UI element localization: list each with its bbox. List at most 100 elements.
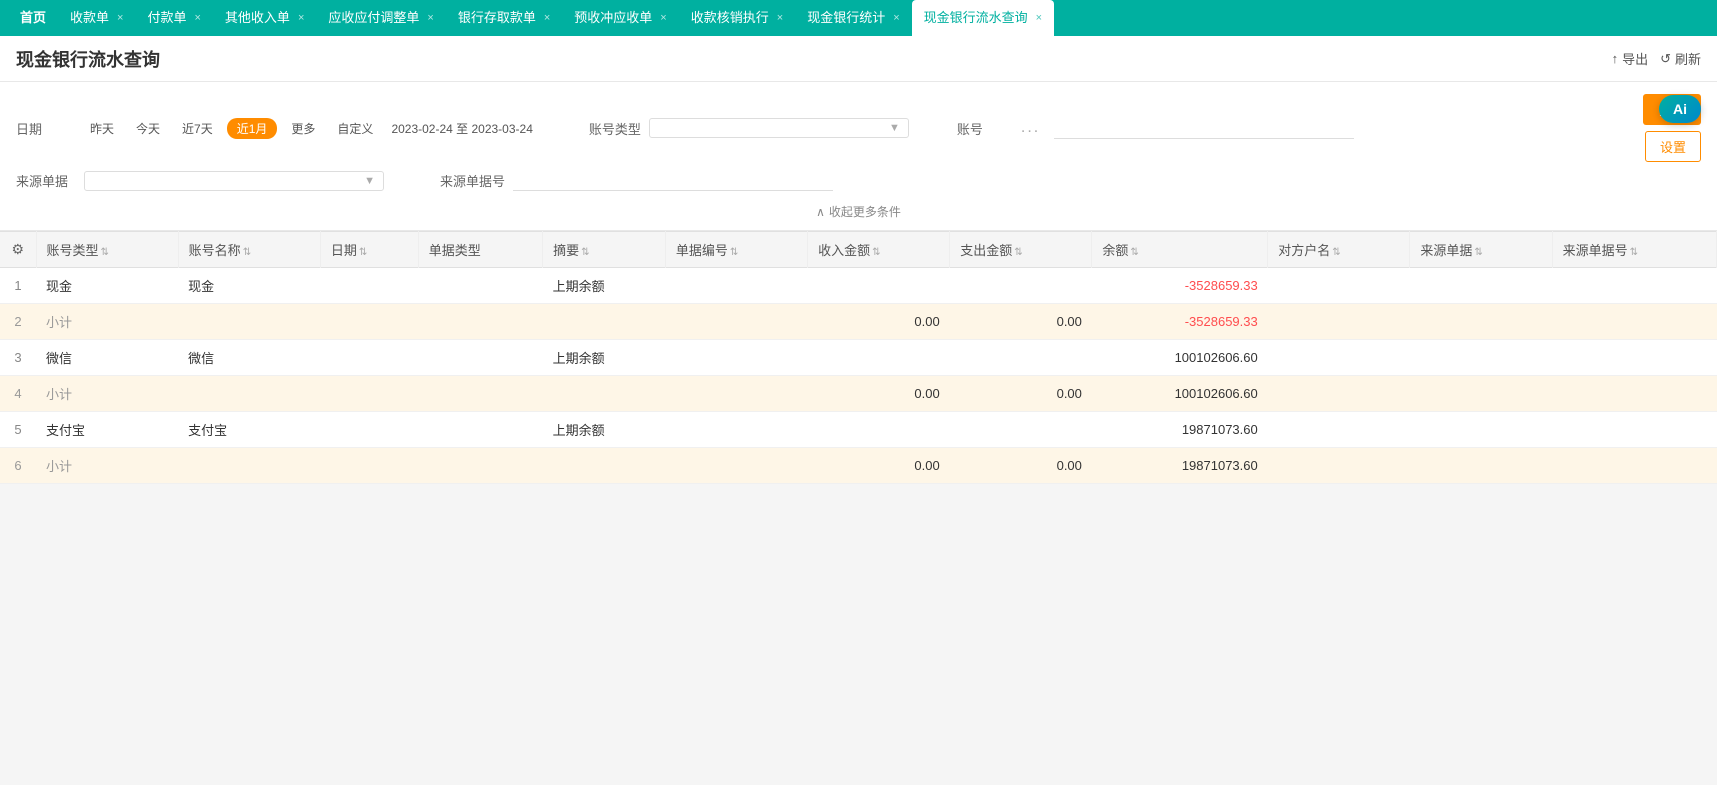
nav-tab-xianjinliushui[interactable]: 现金银行流水查询 ×: [912, 0, 1054, 36]
date-btn-more[interactable]: 更多: [283, 118, 323, 139]
td-doc-type: [418, 448, 542, 484]
account-type-select[interactable]: ▼: [649, 118, 909, 138]
ai-button[interactable]: Ai: [1659, 95, 1701, 123]
td-source-doc: [1410, 376, 1552, 412]
close-icon[interactable]: ×: [777, 0, 783, 36]
gear-icon[interactable]: ⚙: [11, 241, 24, 257]
td-expense: [950, 412, 1092, 448]
nav-tab-shoukuanhexiao[interactable]: 收款核销执行 ×: [679, 0, 795, 36]
close-icon[interactable]: ×: [660, 0, 666, 36]
td-doc-type: [418, 268, 542, 304]
td-source-doc-no: [1552, 304, 1716, 340]
date-options: 昨天 今天 近7天 近1月 更多 自定义 2023-02-24 至 2023-0…: [82, 118, 533, 139]
td-summary: 上期余额: [543, 340, 666, 376]
th-date[interactable]: 日期⇅: [320, 232, 418, 268]
sort-icon: ⇅: [872, 247, 880, 258]
collapse-bar[interactable]: ∧ 收起更多条件: [16, 199, 1701, 222]
td-doc-no: [665, 304, 807, 340]
td-counterpart: [1268, 268, 1410, 304]
date-btn-7days[interactable]: 近7天: [174, 118, 221, 139]
td-counterpart: [1268, 340, 1410, 376]
td-account-type: 支付宝: [36, 412, 178, 448]
td-account-type: 小计: [36, 448, 178, 484]
nav-tab-xianjinyinhangtongjii[interactable]: 现金银行统计 ×: [795, 0, 911, 36]
td-doc-type: [418, 340, 542, 376]
close-icon[interactable]: ×: [1036, 0, 1042, 36]
td-date: [320, 448, 418, 484]
td-doc-type: [418, 376, 542, 412]
export-button[interactable]: ↑ 导出: [1612, 49, 1649, 68]
nav-tab-fukuandan[interactable]: 付款单 ×: [135, 0, 212, 36]
th-settings[interactable]: ⚙: [0, 232, 36, 268]
nav-tab-yushouchong[interactable]: 预收冲应收单 ×: [562, 0, 678, 36]
td-source-doc-no: [1552, 448, 1716, 484]
date-btn-today[interactable]: 今天: [128, 118, 168, 139]
th-balance[interactable]: 余额⇅: [1092, 232, 1268, 268]
td-counterpart: [1268, 376, 1410, 412]
date-btn-1month[interactable]: 近1月: [227, 118, 278, 139]
refresh-icon: ↺: [1660, 51, 1671, 67]
close-icon[interactable]: ×: [427, 0, 433, 36]
account-type-label: 账号类型: [589, 119, 641, 138]
sort-icon: ⇅: [101, 247, 109, 258]
source-doc-label: 来源单据: [16, 171, 68, 190]
nav-tab-shoukuandan[interactable]: 收款单 ×: [58, 0, 135, 36]
th-doc-no[interactable]: 单据编号⇅: [665, 232, 807, 268]
settings-button[interactable]: 设置: [1645, 131, 1701, 162]
close-icon[interactable]: ×: [298, 0, 304, 36]
td-balance: 100102606.60: [1092, 340, 1268, 376]
filter-row-date: 日期 昨天 今天 近7天 近1月 更多 自定义 2023-02-24 至 202…: [16, 94, 1701, 162]
td-summary: 上期余额: [543, 412, 666, 448]
sort-icon: ⇅: [1130, 247, 1138, 258]
sort-icon: ⇅: [581, 247, 589, 258]
table-row: 1 现金 现金 上期余额 -3528659.33: [0, 268, 1717, 304]
td-account-name: 微信: [178, 340, 320, 376]
nav-home[interactable]: 首页: [8, 0, 58, 36]
sort-icon: ⇅: [243, 247, 251, 258]
dropdown-icon: ▼: [364, 175, 375, 187]
td-counterpart: [1268, 448, 1410, 484]
td-index: 5: [0, 412, 36, 448]
td-source-doc-no: [1552, 412, 1716, 448]
chevron-up-icon: ∧: [816, 205, 825, 219]
account-input[interactable]: [1054, 118, 1354, 139]
close-icon[interactable]: ×: [117, 0, 123, 36]
table-row: 2 小计 0.00 0.00 -3528659.33: [0, 304, 1717, 340]
source-doc-no-input[interactable]: [513, 170, 833, 191]
page-title: 现金银行流水查询: [16, 46, 160, 72]
td-income: 0.00: [808, 448, 950, 484]
close-icon[interactable]: ×: [893, 0, 899, 36]
td-income: [808, 412, 950, 448]
th-account-type[interactable]: 账号类型⇅: [36, 232, 178, 268]
th-source-doc[interactable]: 来源单据⇅: [1410, 232, 1552, 268]
nav-tab-yinhangcunqu[interactable]: 银行存取款单 ×: [446, 0, 562, 36]
date-btn-yesterday[interactable]: 昨天: [82, 118, 122, 139]
source-doc-select[interactable]: ▼: [84, 171, 384, 191]
th-income[interactable]: 收入金额⇅: [808, 232, 950, 268]
close-icon[interactable]: ×: [194, 0, 200, 36]
th-counterpart[interactable]: 对方户名⇅: [1268, 232, 1410, 268]
td-counterpart: [1268, 412, 1410, 448]
refresh-button[interactable]: ↺ 刷新: [1660, 49, 1701, 68]
td-doc-type: [418, 412, 542, 448]
td-expense: 0.00: [950, 448, 1092, 484]
td-expense: 0.00: [950, 304, 1092, 340]
td-source-doc-no: [1552, 340, 1716, 376]
account-more-button[interactable]: ...: [1015, 117, 1046, 139]
nav-tab-yingshouyingfu[interactable]: 应收应付调整单 ×: [316, 0, 445, 36]
td-doc-type: [418, 304, 542, 340]
td-income: [808, 268, 950, 304]
close-icon[interactable]: ×: [544, 0, 550, 36]
th-doc-type[interactable]: 单据类型: [418, 232, 542, 268]
nav-tab-qitashouru[interactable]: 其他收入单 ×: [213, 0, 316, 36]
th-account-name[interactable]: 账号名称⇅: [178, 232, 320, 268]
th-summary[interactable]: 摘要⇅: [543, 232, 666, 268]
date-btn-custom[interactable]: 自定义: [329, 118, 381, 139]
date-range-display: 2023-02-24 至 2023-03-24: [391, 120, 532, 137]
td-balance: 100102606.60: [1092, 376, 1268, 412]
th-source-doc-no[interactable]: 来源单据号⇅: [1552, 232, 1716, 268]
td-index: 2: [0, 304, 36, 340]
table-header-row: ⚙ 账号类型⇅ 账号名称⇅ 日期⇅ 单据类型 摘要⇅ 单据编号⇅: [0, 232, 1717, 268]
th-expense[interactable]: 支出金额⇅: [950, 232, 1092, 268]
table-body: 1 现金 现金 上期余额 -3528659.33 2 小计 0.00 0.00 …: [0, 268, 1717, 484]
